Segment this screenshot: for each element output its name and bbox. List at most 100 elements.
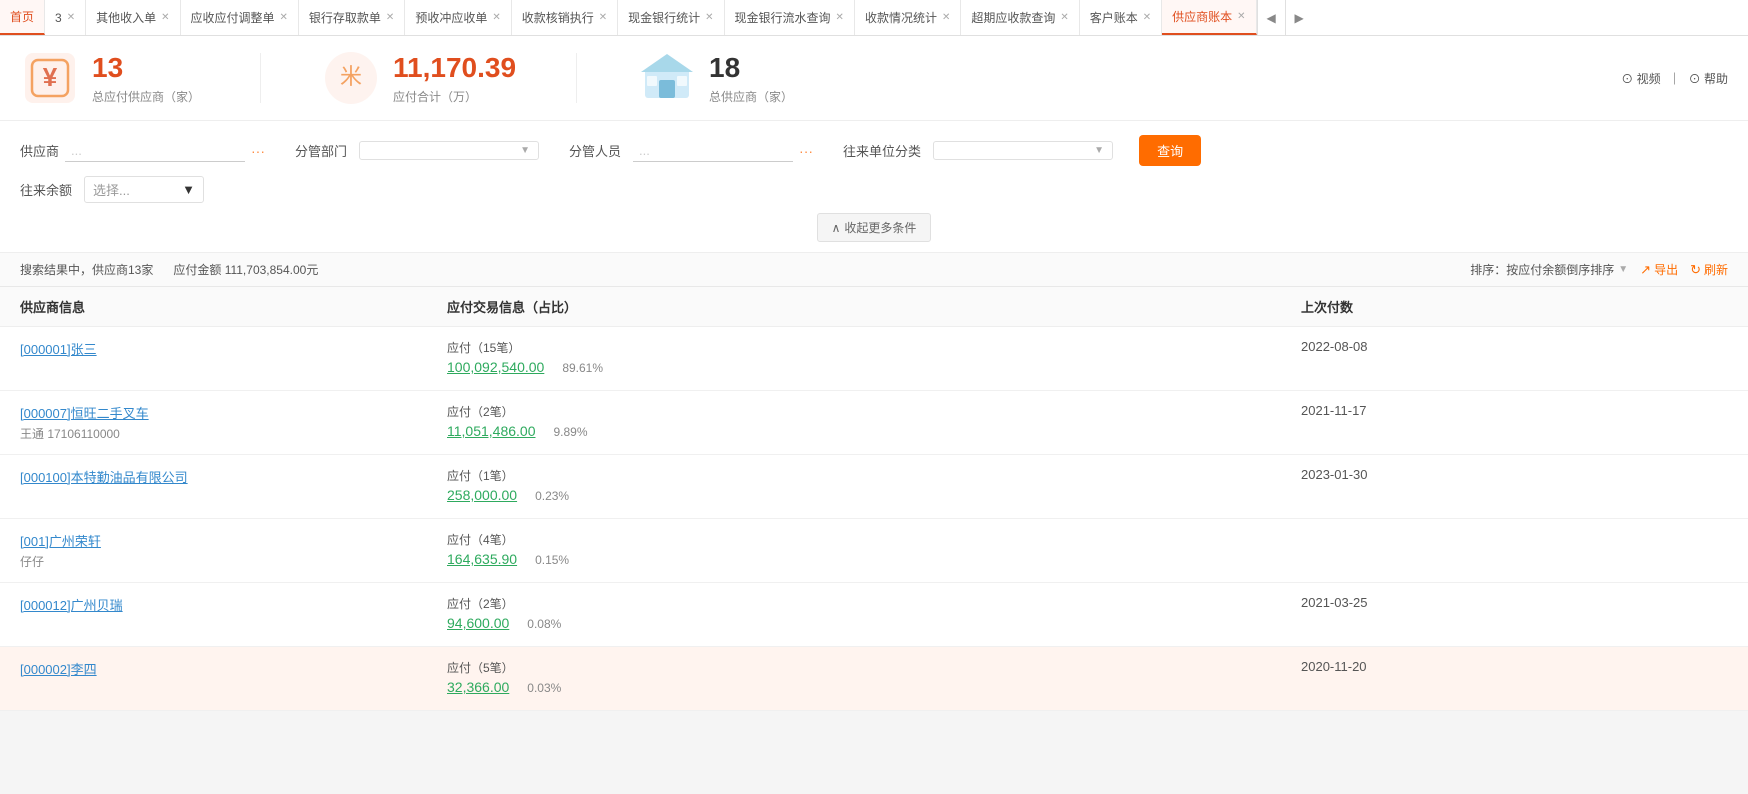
- close-icon[interactable]: ✕: [942, 12, 950, 23]
- nav-next-arrow[interactable]: ▶: [1285, 0, 1313, 35]
- help-link[interactable]: ⊙ 帮助: [1689, 70, 1728, 87]
- tx-row: 11,051,486.00 9.89%: [447, 420, 1301, 442]
- tx-info-cell: 应付（1笔） 258,000.00 0.23%: [447, 467, 1301, 506]
- svg-text:¥: ¥: [43, 62, 58, 92]
- close-icon[interactable]: ✕: [280, 12, 288, 23]
- collapse-filter-button[interactable]: ∧ 收起更多条件: [817, 213, 932, 242]
- supplier-link[interactable]: [001]广州荣轩: [20, 531, 447, 550]
- stat1-label: 总应付供应商（家）: [92, 88, 200, 105]
- export-button[interactable]: ↗ 导出: [1640, 261, 1678, 278]
- nav-tab-cash-bank-flow[interactable]: 现金银行流水查询 ✕: [725, 0, 855, 35]
- filter-supplier: 供应商 ···: [20, 140, 265, 162]
- stat3-content: 18 总供应商（家）: [709, 52, 793, 105]
- tx-info-cell: 应付（2笔） 94,600.00 0.08%: [447, 595, 1301, 634]
- filter-bar: 供应商 ··· 分管部门 ▼ 分管人员 ··· 往来单位分类 ▼: [0, 121, 1748, 253]
- nav-tab-receipt-stat[interactable]: 收款情况统计 ✕: [855, 0, 961, 35]
- supplier-link[interactable]: [000001]张三: [20, 339, 447, 358]
- stat-total-payable-suppliers: ¥ 13 总应付供应商（家）: [20, 48, 200, 108]
- close-icon[interactable]: ✕: [1143, 12, 1151, 23]
- category-filter-select[interactable]: ▼: [933, 141, 1113, 160]
- tx-percent: 89.61%: [562, 361, 603, 375]
- nav-tab-ar-ap-adjust[interactable]: 应收应付调整单 ✕: [181, 0, 299, 35]
- close-icon[interactable]: ✕: [705, 12, 713, 23]
- nav-tab-overdue-ar[interactable]: 超期应收款查询 ✕: [961, 0, 1079, 35]
- tx-row: 258,000.00 0.23%: [447, 484, 1301, 506]
- export-icon: ↗: [1640, 262, 1651, 278]
- supplier-sub-info: 王通 17106110000: [20, 425, 447, 442]
- table-row: [000002]李四 应付（5笔） 32,366.00 0.03% 2020-1…: [0, 647, 1748, 711]
- category-filter-label: 往来单位分类: [843, 141, 921, 160]
- supplier-link[interactable]: [000007]恒旺二手叉车: [20, 403, 447, 422]
- nav-tab-prepaid-ar[interactable]: 预收冲应收单 ✕: [405, 0, 511, 35]
- supplier-filter-input[interactable]: [65, 140, 245, 162]
- stat-total-payable-amount: 米 11,170.39 应付合计（万）: [321, 48, 516, 108]
- col-header-last-pay: 上次付数: [1301, 297, 1728, 316]
- supplier-link[interactable]: [000100]本特勤油品有限公司: [20, 467, 447, 486]
- supplier-filter-dots[interactable]: ···: [251, 143, 265, 159]
- tx-amount[interactable]: 11,051,486.00: [447, 423, 536, 439]
- tx-label: 应付（2笔）: [447, 403, 1301, 420]
- tx-amount[interactable]: 94,600.00: [447, 615, 509, 631]
- stat3-label: 总供应商（家）: [709, 88, 793, 105]
- close-icon[interactable]: ✕: [161, 12, 169, 23]
- stat1-value: 13: [92, 52, 200, 84]
- nav-tab-bank-deposit[interactable]: 银行存取款单 ✕: [299, 0, 405, 35]
- stat-divider-2: [576, 53, 577, 103]
- filter-dept: 分管部门 ▼: [295, 141, 539, 160]
- person-filter-input[interactable]: [633, 140, 793, 162]
- last-pay-cell: 2021-11-17: [1301, 403, 1728, 418]
- nav-tab-cash-bank-stat[interactable]: 现金银行统计 ✕: [618, 0, 724, 35]
- result-summary: 搜索结果中，供应商13家: [20, 261, 153, 278]
- person-filter-label: 分管人员: [569, 141, 621, 160]
- last-pay-cell: 2022-08-08: [1301, 339, 1728, 354]
- close-icon[interactable]: ✕: [599, 12, 607, 23]
- tx-label: 应付（1笔）: [447, 467, 1301, 484]
- close-icon[interactable]: ✕: [1237, 11, 1245, 22]
- balance-filter-select[interactable]: 选择... ▼: [84, 176, 204, 203]
- supplier-link[interactable]: [000002]李四: [20, 659, 447, 678]
- nav-tab-home[interactable]: 首页: [0, 0, 45, 35]
- stat2-label: 应付合计（万）: [393, 88, 516, 105]
- nav-tab-customer-ledger[interactable]: 客户账本 ✕: [1080, 0, 1162, 35]
- supplier-filter-label: 供应商: [20, 141, 59, 160]
- query-button[interactable]: 查询: [1139, 135, 1201, 166]
- table-row: [001]广州荣轩 仔仔 应付（4笔） 164,635.90 0.15%: [0, 519, 1748, 583]
- filter-balance: 往来余额 选择... ▼: [20, 176, 204, 203]
- nav-tab-receipt-verify[interactable]: 收款核销执行 ✕: [512, 0, 618, 35]
- tx-percent: 0.08%: [527, 617, 561, 631]
- nav-tab-3[interactable]: 3 ✕: [45, 0, 86, 35]
- refresh-button[interactable]: ↻ 刷新: [1690, 261, 1728, 278]
- tx-info-cell: 应付（2笔） 11,051,486.00 9.89%: [447, 403, 1301, 442]
- refresh-label: 刷新: [1704, 261, 1728, 278]
- dept-filter-label: 分管部门: [295, 141, 347, 160]
- table-header: 供应商信息 应付交易信息（占比） 上次付数: [0, 287, 1748, 327]
- nav-prev-arrow[interactable]: ◀: [1257, 0, 1285, 35]
- tx-amount[interactable]: 258,000.00: [447, 487, 517, 503]
- dept-filter-select[interactable]: ▼: [359, 141, 539, 160]
- tx-amount[interactable]: 100,092,540.00: [447, 359, 544, 375]
- export-label: 导出: [1654, 261, 1678, 278]
- close-icon[interactable]: ✕: [386, 12, 394, 23]
- table-row: [000100]本特勤油品有限公司 应付（1笔） 258,000.00 0.23…: [0, 455, 1748, 519]
- close-icon[interactable]: ✕: [836, 12, 844, 23]
- supplier-info-cell: [000002]李四: [20, 659, 447, 678]
- divider: ｜: [1669, 70, 1681, 87]
- close-icon[interactable]: ✕: [67, 12, 75, 23]
- person-filter-dots[interactable]: ···: [799, 143, 813, 159]
- close-icon[interactable]: ✕: [1060, 12, 1068, 23]
- filter-category: 往来单位分类 ▼: [843, 141, 1113, 160]
- tx-amount[interactable]: 164,635.90: [447, 551, 517, 567]
- tx-row: 164,635.90 0.15%: [447, 548, 1301, 570]
- nav-tab-other-income[interactable]: 其他收入单 ✕: [86, 0, 180, 35]
- supplier-info-cell: [000001]张三: [20, 339, 447, 358]
- tx-info-cell: 应付（4笔） 164,635.90 0.15%: [447, 531, 1301, 570]
- supplier-table: 供应商信息 应付交易信息（占比） 上次付数 [000001]张三 应付（15笔）…: [0, 287, 1748, 711]
- tx-amount[interactable]: 32,366.00: [447, 679, 509, 695]
- supplier-link[interactable]: [000012]广州贝瑞: [20, 595, 447, 614]
- nav-tab-supplier-ledger[interactable]: 供应商账本 ✕: [1162, 0, 1256, 35]
- video-link[interactable]: ⊙ 视频: [1621, 70, 1660, 87]
- result-amount: 应付金额 111,703,854.00元: [173, 261, 318, 278]
- last-pay-cell: 2020-11-20: [1301, 659, 1728, 674]
- close-icon[interactable]: ✕: [492, 12, 500, 23]
- sort-selector[interactable]: 排序：按应付余额倒序排序 ▼: [1470, 261, 1628, 278]
